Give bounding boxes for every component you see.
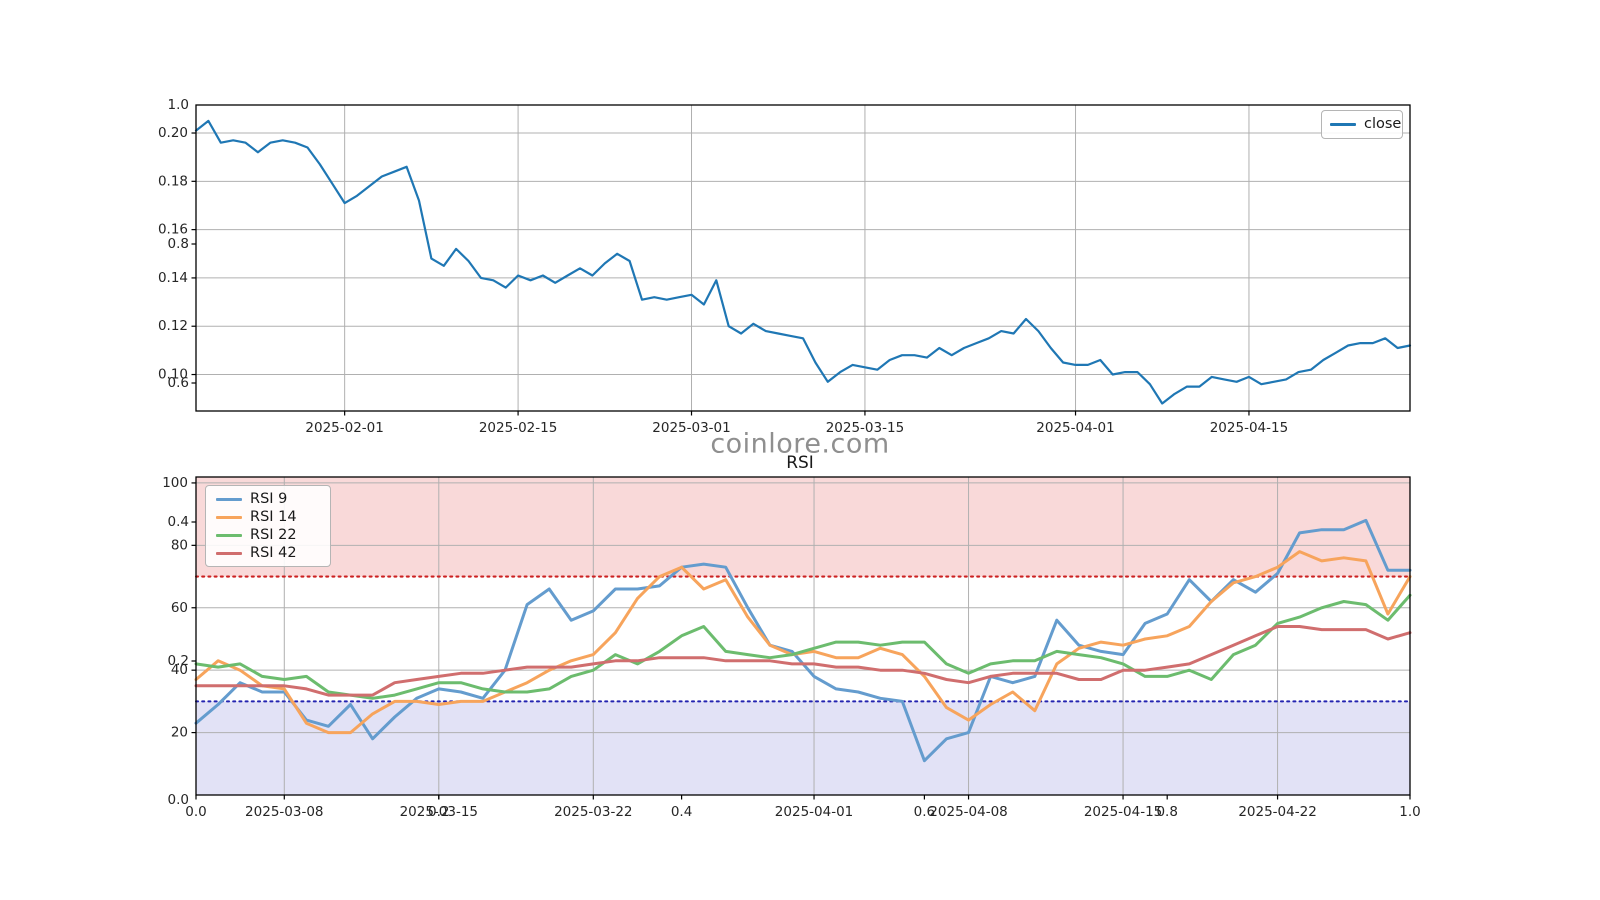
svg-text:80: 80 [171,537,188,553]
legend-item: RSI 14 [216,510,320,525]
svg-text:2025-04-01: 2025-04-01 [1036,420,1114,436]
legend-item: RSI 42 [216,546,320,561]
svg-text:0.8: 0.8 [168,236,189,252]
legend-line-swatch [216,533,242,537]
svg-text:2025-03-22: 2025-03-22 [554,804,632,820]
svg-text:2025-04-08: 2025-04-08 [929,804,1007,820]
legend-label: RSI 14 [250,508,297,525]
svg-text:0.8: 0.8 [1156,804,1177,820]
legend-item: RSI 22 [216,528,320,543]
legend-label: RSI 42 [250,544,297,561]
legend-item: RSI 9 [216,492,320,507]
svg-text:0.2: 0.2 [168,653,189,669]
legend-item: close [1330,117,1401,132]
legend-label: close [1364,116,1402,133]
legend-label: RSI 22 [250,526,297,543]
svg-text:0.4: 0.4 [671,804,692,820]
svg-text:0.6: 0.6 [168,375,189,391]
rsi-subplot-title: RSI [786,453,814,473]
svg-text:1.0: 1.0 [168,97,189,113]
figure-canvas: 2025-02-01 2025-02-15 2025-03-01 2025-03-15… [0,0,1600,900]
svg-text:20: 20 [171,725,188,741]
svg-text:0.0: 0.0 [185,804,206,820]
svg-text:2025-02-01: 2025-02-01 [305,420,383,436]
svg-text:0.4: 0.4 [168,514,189,530]
svg-text:0.6: 0.6 [914,804,935,820]
price-legend: close [1321,110,1403,139]
svg-text:2025-04-01: 2025-04-01 [775,804,853,820]
svg-text:2025-02-15: 2025-02-15 [479,420,557,436]
svg-text:2025-03-08: 2025-03-08 [245,804,323,820]
rsi-legend: RSI 9 RSI 14 RSI 22 RSI 42 [205,485,331,567]
legend-label: RSI 9 [250,490,288,507]
svg-text:2025-04-22: 2025-04-22 [1238,804,1316,820]
svg-text:100: 100 [162,475,188,491]
svg-text:0.2: 0.2 [428,804,449,820]
svg-text:1.0: 1.0 [1399,804,1420,820]
svg-text:0.12: 0.12 [158,318,188,334]
legend-line-swatch [216,551,242,555]
svg-text:2025-04-15: 2025-04-15 [1210,420,1288,436]
svg-text:0.14: 0.14 [158,270,188,286]
svg-text:60: 60 [171,600,188,616]
legend-line-swatch [1330,123,1356,126]
svg-text:0.18: 0.18 [158,173,188,189]
svg-text:2025-04-15: 2025-04-15 [1084,804,1162,820]
legend-line-swatch [216,515,242,519]
svg-text:0.20: 0.20 [158,125,188,141]
legend-line-swatch [216,497,242,501]
